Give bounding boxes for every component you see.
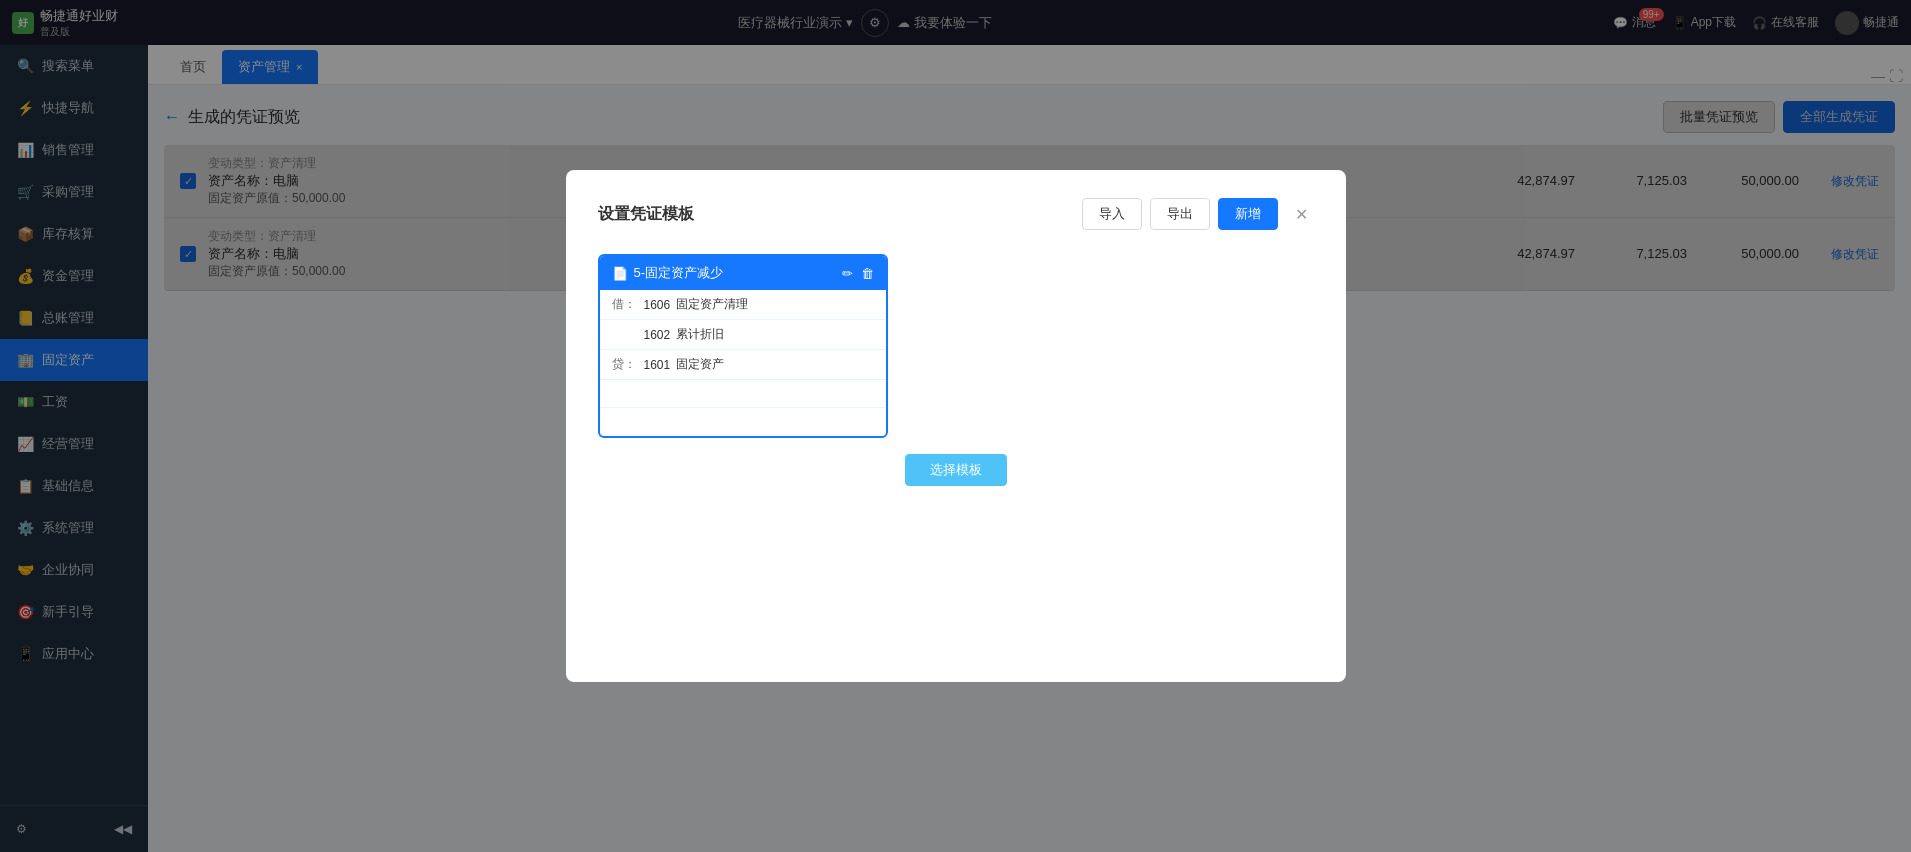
modal-header: 设置凭证模板 导入 导出 新增 ✕ <box>598 198 1314 230</box>
credit-code-1: 1601 <box>644 358 671 372</box>
credit-label-1: 贷： <box>612 356 636 373</box>
template-card-body: 借： 1606 固定资产清理 借： 1602 累计折旧 贷： 1601 固定资产 <box>600 290 886 436</box>
debit-label-1: 借： <box>612 296 636 313</box>
modal-title: 设置凭证模板 <box>598 204 694 225</box>
debit-name-1: 固定资产清理 <box>676 296 748 313</box>
select-template-btn[interactable]: 选择模板 <box>905 454 1007 486</box>
template-debit-row-2: 借： 1602 累计折旧 <box>600 320 886 350</box>
new-btn[interactable]: 新增 <box>1218 198 1278 230</box>
template-card: 📄 5-固定资产减少 ✏ 🗑 借： 1606 固定资产清理 <box>598 254 888 438</box>
modal-close-btn[interactable]: ✕ <box>1290 202 1314 226</box>
doc-icon: 📄 <box>612 266 628 281</box>
credit-name-1: 固定资产 <box>676 356 724 373</box>
template-select-btn-wrapper: 选择模板 <box>598 454 1314 486</box>
template-card-title: 📄 5-固定资产减少 <box>612 264 724 282</box>
modal-overlay: 设置凭证模板 导入 导出 新增 ✕ 📄 5-固定资产减少 ✏ <box>0 0 1911 852</box>
modal-content: 📄 5-固定资产减少 ✏ 🗑 借： 1606 固定资产清理 <box>598 254 1314 654</box>
template-empty-row <box>600 380 886 408</box>
debit-spacer: 借： <box>612 326 636 343</box>
template-name: 5-固定资产减少 <box>634 264 724 282</box>
import-btn[interactable]: 导入 <box>1082 198 1142 230</box>
debit-name-2: 累计折旧 <box>676 326 724 343</box>
template-empty-row-2 <box>600 408 886 436</box>
template-edit-btn[interactable]: ✏ <box>842 266 853 281</box>
debit-code-1: 1606 <box>644 298 671 312</box>
template-credit-row-1: 贷： 1601 固定资产 <box>600 350 886 380</box>
debit-code-2: 1602 <box>644 328 671 342</box>
modal-header-actions: 导入 导出 新增 ✕ <box>1082 198 1314 230</box>
export-btn[interactable]: 导出 <box>1150 198 1210 230</box>
modal-toolbar: 导入 导出 新增 <box>1082 198 1278 230</box>
set-voucher-template-modal: 设置凭证模板 导入 导出 新增 ✕ 📄 5-固定资产减少 ✏ <box>566 170 1346 682</box>
template-card-header: 📄 5-固定资产减少 ✏ 🗑 <box>600 256 886 290</box>
template-card-actions: ✏ 🗑 <box>842 266 874 281</box>
template-debit-row-1: 借： 1606 固定资产清理 <box>600 290 886 320</box>
template-delete-btn[interactable]: 🗑 <box>861 266 874 281</box>
